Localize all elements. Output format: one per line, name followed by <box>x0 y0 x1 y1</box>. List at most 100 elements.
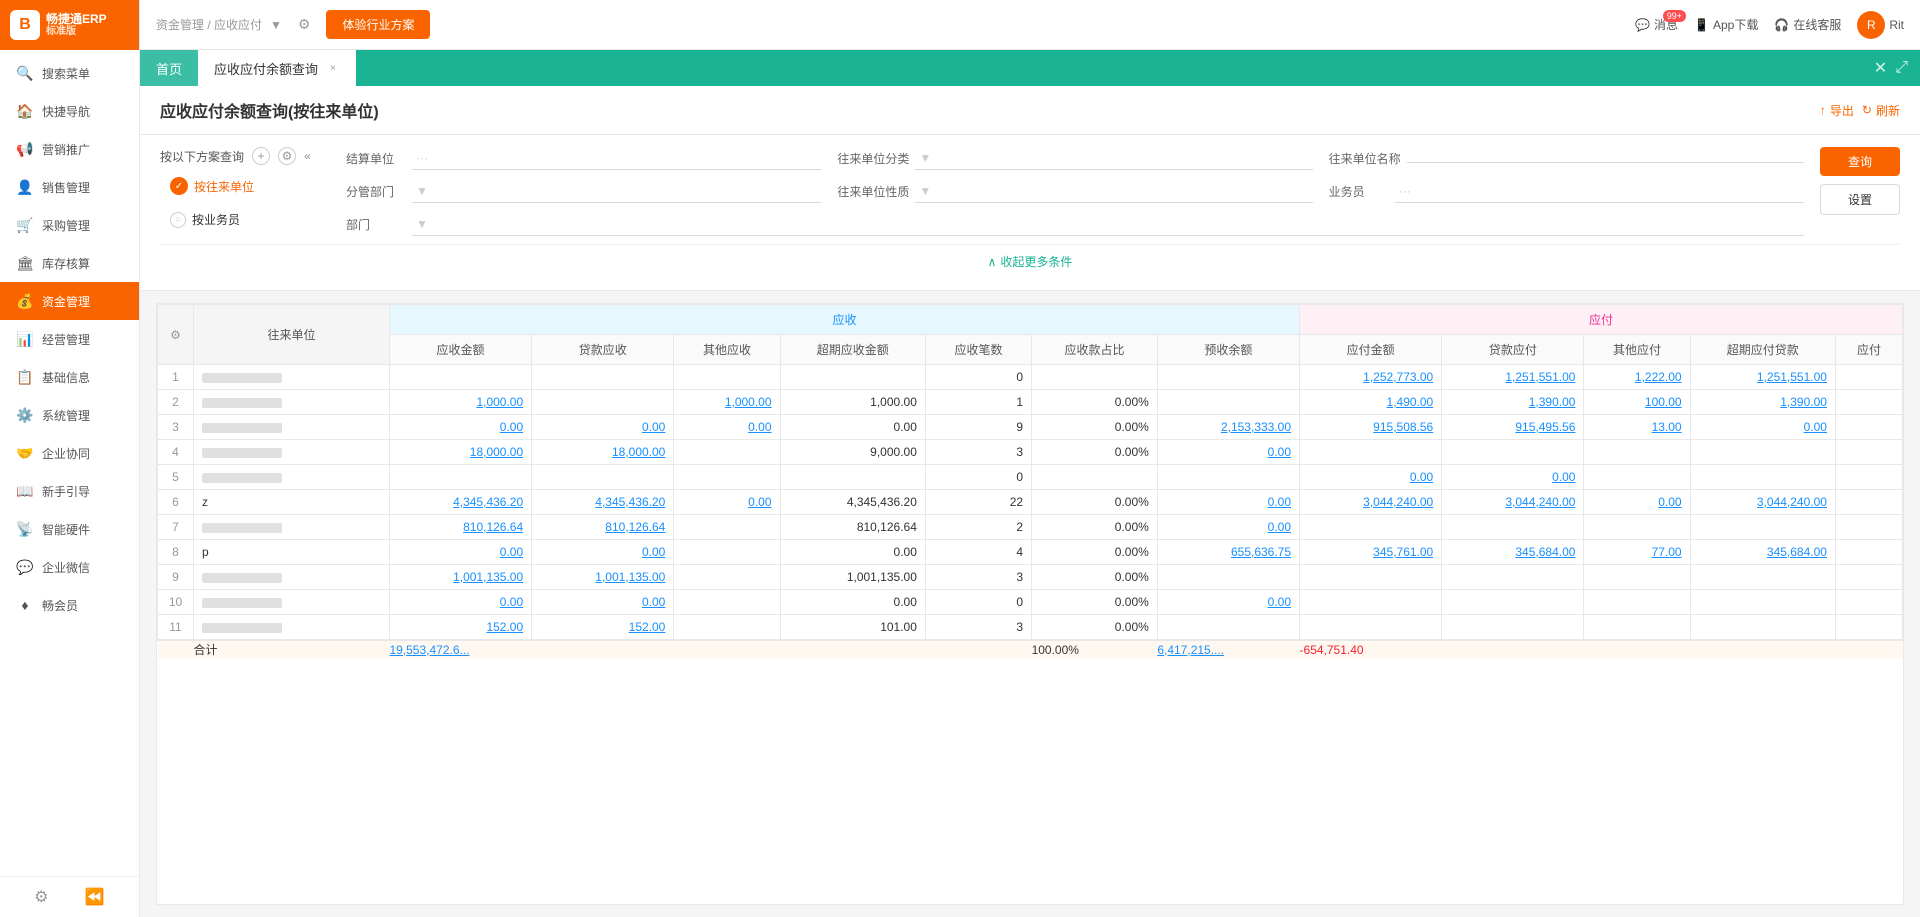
tab-close-icon[interactable]: × <box>326 61 340 75</box>
collapse-icon[interactable]: ⏪ <box>85 887 105 907</box>
cell-sr-amount: 0.00 <box>389 415 531 440</box>
cell-link[interactable]: 4,345,436.20 <box>595 495 665 509</box>
settings-icon[interactable]: ⚙ <box>34 887 48 907</box>
cell-link[interactable]: 0.00 <box>1804 420 1827 434</box>
filter-option-by-unit[interactable]: ✓ 按往来单位 <box>160 173 264 199</box>
cell-link[interactable]: 345,684.00 <box>1767 545 1827 559</box>
cell-link[interactable]: 1,251,551.00 <box>1757 370 1827 384</box>
cell-link[interactable]: 655,636.75 <box>1231 545 1291 559</box>
cell-link[interactable]: 1,000.00 <box>476 395 523 409</box>
table-settings-icon[interactable]: ⚙ <box>168 327 184 343</box>
cell-link[interactable]: 1,000.00 <box>725 395 772 409</box>
cell-link[interactable]: 915,508.56 <box>1373 420 1433 434</box>
cell-link[interactable]: 3,044,240.00 <box>1363 495 1433 509</box>
filter-settlement-input[interactable]: ··· <box>412 147 821 170</box>
cell-link[interactable]: 915,495.56 <box>1515 420 1575 434</box>
cell-link[interactable]: 4,345,436.20 <box>453 495 523 509</box>
sidebar-item-system[interactable]: ⚙️ 系统管理 <box>0 396 139 434</box>
cell-link[interactable]: 0.00 <box>500 545 523 559</box>
cell-link[interactable]: 1,222.00 <box>1635 370 1682 384</box>
cell-link[interactable]: 0.00 <box>1410 470 1433 484</box>
cell-link[interactable]: 100.00 <box>1645 395 1682 409</box>
footer-sr-count <box>925 640 1031 658</box>
filter-department-input[interactable]: ▼ <box>412 213 1804 236</box>
refresh-button[interactable]: ↻ 刷新 <box>1862 102 1900 119</box>
cell-link[interactable]: 18,000.00 <box>612 445 665 459</box>
cell-link[interactable]: 0.00 <box>1268 520 1291 534</box>
filter-salesperson-input[interactable]: ··· <box>1395 180 1804 203</box>
tab-home[interactable]: 首页 <box>140 50 198 86</box>
sidebar-item-member[interactable]: ♦ 畅会员 <box>0 586 139 624</box>
cell-link[interactable]: 1,251,551.00 <box>1505 370 1575 384</box>
export-button[interactable]: ↑ 导出 <box>1820 102 1854 119</box>
sidebar-item-basic[interactable]: 📋 基础信息 <box>0 358 139 396</box>
online-service-button[interactable]: 🎧 在线客服 <box>1774 16 1841 33</box>
cell-link[interactable]: 77.00 <box>1652 545 1682 559</box>
cell-link[interactable]: 0.00 <box>748 495 771 509</box>
sidebar-item-search-menu[interactable]: 🔍 搜索菜单 <box>0 54 139 92</box>
cell-link[interactable]: 1,001,135.00 <box>595 570 665 584</box>
cell-link[interactable]: 13.00 <box>1652 420 1682 434</box>
filter-more-toggle[interactable]: ∧ 收起更多条件 <box>160 244 1900 278</box>
sidebar-item-corp[interactable]: 🤝 企业协同 <box>0 434 139 472</box>
cell-link[interactable]: 1,252,773.00 <box>1363 370 1433 384</box>
sidebar-item-purchase[interactable]: 🛒 采购管理 <box>0 206 139 244</box>
cell-link[interactable]: 0.00 <box>1268 495 1291 509</box>
sidebar-item-guide[interactable]: 📖 新手引导 <box>0 472 139 510</box>
cell-link[interactable]: 0.00 <box>642 595 665 609</box>
cell-link[interactable]: 0.00 <box>500 420 523 434</box>
cell-link[interactable]: 152.00 <box>629 620 666 634</box>
sidebar-item-sales[interactable]: 👤 销售管理 <box>0 168 139 206</box>
topbar-gear-icon[interactable]: ⚙ <box>298 16 311 33</box>
tab-arbalance[interactable]: 应收应付余额查询 × <box>198 50 356 86</box>
breadcrumb-dropdown-icon[interactable]: ▼ <box>270 18 282 32</box>
filter-dept-input[interactable]: ▼ <box>412 180 821 203</box>
sidebar-item-finance[interactable]: 💰 资金管理 <box>0 282 139 320</box>
cell-link[interactable]: 1,001,135.00 <box>453 570 523 584</box>
footer-sp-rest <box>1835 640 1902 658</box>
cell-link[interactable]: 1,390.00 <box>1529 395 1576 409</box>
tab-maximize-icon[interactable]: ⤢ <box>1895 59 1908 77</box>
filter-add-icon[interactable]: + <box>252 147 270 165</box>
app-download-button[interactable]: 📱 App下载 <box>1694 16 1758 33</box>
settings-button[interactable]: 设置 <box>1820 184 1900 215</box>
sidebar-item-hardware[interactable]: 📡 智能硬件 <box>0 510 139 548</box>
sidebar-item-quick-nav[interactable]: 🏠 快捷导航 <box>0 92 139 130</box>
sidebar-item-inventory[interactable]: 🏛 库存核算 <box>0 244 139 282</box>
cell-link[interactable]: 0.00 <box>1658 495 1681 509</box>
filter-unit-name-input[interactable] <box>1407 154 1804 163</box>
cell-link[interactable]: 0.00 <box>1268 595 1291 609</box>
cell-link[interactable]: 0.00 <box>1268 445 1291 459</box>
sidebar-item-wechat[interactable]: 💬 企业微信 <box>0 548 139 586</box>
sidebar-item-marketing[interactable]: 📢 营销推广 <box>0 130 139 168</box>
cell-link[interactable]: 0.00 <box>500 595 523 609</box>
filter-unit-nature-input[interactable]: ▼ <box>915 180 1312 203</box>
solution-button[interactable]: 体验行业方案 <box>326 10 430 39</box>
cell-link[interactable]: 0.00 <box>748 420 771 434</box>
user-menu-button[interactable]: R Rit <box>1857 11 1904 39</box>
cell-link[interactable]: 1,490.00 <box>1387 395 1434 409</box>
filter-arrow-icon[interactable]: « <box>304 149 311 163</box>
sidebar-item-operation[interactable]: 📊 经营管理 <box>0 320 139 358</box>
cell-link[interactable]: 810,126.64 <box>463 520 523 534</box>
footer-sr-loan <box>532 640 674 658</box>
filter-option-by-staff[interactable]: ○ 按业务员 <box>160 207 250 232</box>
cell-link[interactable]: 810,126.64 <box>605 520 665 534</box>
cell-link[interactable]: 2,153,333.00 <box>1221 420 1291 434</box>
cell-link[interactable]: 1,390.00 <box>1780 395 1827 409</box>
cell-link[interactable]: 0.00 <box>642 420 665 434</box>
cell-link[interactable]: 0.00 <box>1552 470 1575 484</box>
cell-link[interactable]: 3,044,240.00 <box>1505 495 1575 509</box>
query-button[interactable]: 查询 <box>1820 147 1900 176</box>
cell-link[interactable]: 3,044,240.00 <box>1757 495 1827 509</box>
cell-link[interactable]: 152.00 <box>486 620 523 634</box>
cell-link[interactable]: 18,000.00 <box>470 445 523 459</box>
filter-gear-icon[interactable]: ⚙ <box>278 147 296 165</box>
cell-link[interactable]: 345,684.00 <box>1515 545 1575 559</box>
message-button[interactable]: 💬 消息 99+ <box>1635 16 1678 33</box>
cell-link[interactable]: 0.00 <box>642 545 665 559</box>
system-icon: ⚙️ <box>16 406 34 424</box>
tab-close-window-icon[interactable]: ✕ <box>1874 58 1887 78</box>
cell-link[interactable]: 345,761.00 <box>1373 545 1433 559</box>
filter-unit-category-input[interactable]: ▼ <box>915 147 1312 170</box>
